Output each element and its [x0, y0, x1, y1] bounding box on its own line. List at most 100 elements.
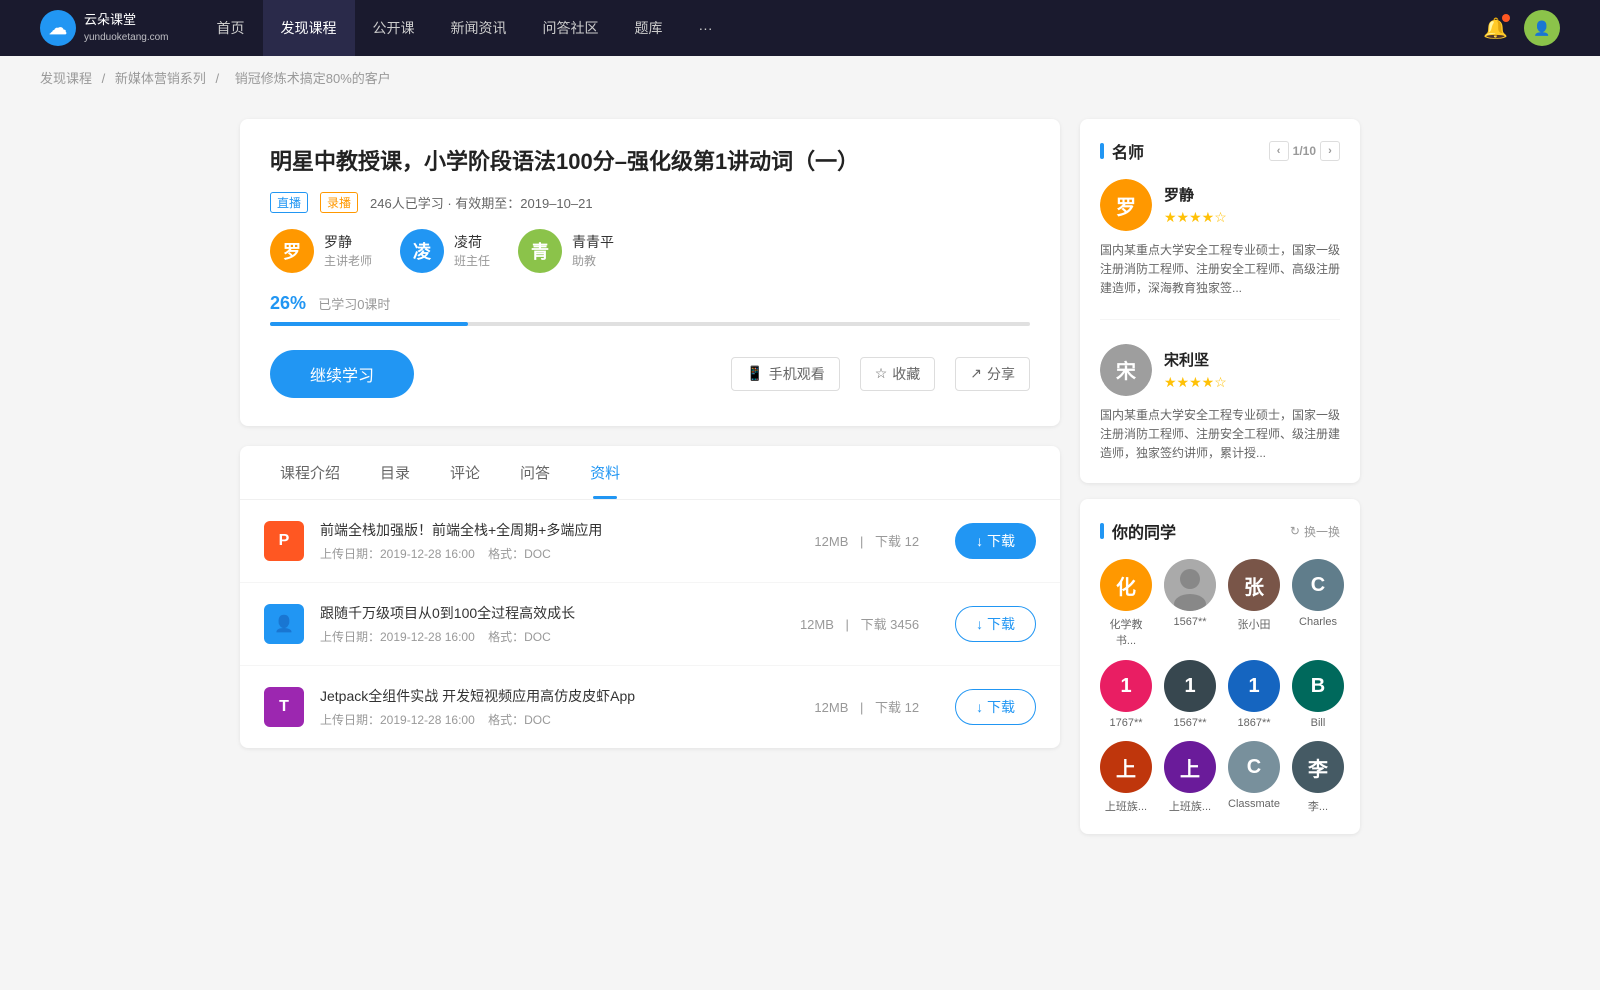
teacher-1-role: 主讲老师: [324, 252, 372, 269]
nav-quiz[interactable]: 题库: [617, 0, 681, 56]
tab-qa[interactable]: 问答: [500, 446, 570, 499]
classmate-11-name: Classmate: [1228, 798, 1280, 810]
share-label: 分享: [987, 364, 1015, 384]
teachers-sidebar-title: 名师 ‹ 1/10 ›: [1100, 139, 1340, 163]
next-teacher-btn[interactable]: ›: [1320, 141, 1340, 161]
prev-teacher-btn[interactable]: ‹: [1269, 141, 1289, 161]
download-btn-3[interactable]: ↓ 下载: [955, 689, 1036, 725]
breadcrumb: 发现课程 / 新媒体营销系列 / 销冠修炼术搞定80%的客户: [0, 56, 1600, 99]
tag-live: 直播: [270, 192, 308, 213]
notification-dot: [1502, 14, 1510, 22]
res-info-2: 跟随千万级项目从0到100全过程高效成长 上传日期：2019-12-28 16:…: [320, 603, 764, 645]
teacher-1-avatar: 罗: [270, 229, 314, 273]
classmates-grid: 化 化学教书... 1567** 张 张小田 C Charles: [1100, 559, 1340, 814]
teacher-sidebar-top-2: 宋 宋利坚 ★★★★☆: [1100, 344, 1340, 396]
teacher-1-name: 罗静: [324, 232, 372, 252]
res-icon-1: P: [264, 521, 304, 561]
breadcrumb-link-discover[interactable]: 发现课程: [40, 71, 92, 86]
classmate-4[interactable]: C Charles: [1292, 559, 1344, 648]
res-meta-3: 上传日期：2019-12-28 16:00 格式：DOC: [320, 711, 778, 728]
teachers-sidebar-card: 名师 ‹ 1/10 › 罗 罗静 ★★★★☆: [1080, 119, 1360, 483]
nav-news[interactable]: 新闻资讯: [433, 0, 525, 56]
teachers-label: 名师: [1112, 139, 1144, 163]
classmate-12[interactable]: 李 李...: [1292, 741, 1344, 814]
classmate-6[interactable]: 1 1567**: [1164, 660, 1216, 729]
classmate-3[interactable]: 张 张小田: [1228, 559, 1280, 648]
course-stats: 246人已学习 · 有效期至：2019–10–21: [370, 193, 593, 212]
classmate-5[interactable]: 1 1767**: [1100, 660, 1152, 729]
sidebar-teacher-2: 宋 宋利坚 ★★★★☆ 国内某重点大学安全工程专业硕士，国家一级注册消防工程师、…: [1100, 344, 1340, 464]
res-stats-3: 12MB | 下载 12: [814, 697, 919, 716]
nav-open[interactable]: 公开课: [355, 0, 433, 56]
classmate-2-avatar: [1164, 559, 1216, 611]
download-btn-2[interactable]: ↓ 下载: [955, 606, 1036, 642]
classmate-11-avatar: C: [1228, 741, 1280, 793]
nav-qa[interactable]: 问答社区: [525, 0, 617, 56]
classmate-7[interactable]: 1 1867**: [1228, 660, 1280, 729]
tab-resources[interactable]: 资料: [570, 446, 640, 499]
res-title-3: Jetpack全组件实战 开发短视频应用高仿皮皮虾App: [320, 686, 778, 706]
share-icon: ↗: [970, 365, 982, 382]
classmate-2-name: 1567**: [1173, 616, 1206, 628]
sidebar: 名师 ‹ 1/10 › 罗 罗静 ★★★★☆: [1080, 119, 1360, 850]
breadcrumb-link-series[interactable]: 新媒体营销系列: [115, 71, 206, 86]
teacher-1-info: 罗静 主讲老师: [324, 232, 372, 269]
breadcrumb-sep-1: /: [102, 71, 109, 86]
breadcrumb-current: 销冠修炼术搞定80%的客户: [235, 71, 391, 86]
classmate-6-avatar: 1: [1164, 660, 1216, 712]
res-stats-2: 12MB | 下载 3456: [800, 614, 919, 633]
content-area: 明星中教授课，小学阶段语法100分–强化级第1讲动词（一） 直播 录播 246人…: [240, 119, 1060, 850]
classmates-card: 你的同学 ↻ 换一换 化 化学教书... 1567**: [1080, 499, 1360, 834]
classmate-9[interactable]: 上 上班族...: [1100, 741, 1152, 814]
navbar: ☁ 云朵课堂yunduoketang.com 首页 发现课程 公开课 新闻资讯 …: [0, 0, 1600, 56]
teacher-3-info: 青青平 助教: [572, 232, 614, 269]
download-btn-1[interactable]: ↓ 下载: [955, 523, 1036, 559]
user-avatar-nav[interactable]: 👤: [1524, 10, 1560, 46]
tab-review[interactable]: 评论: [430, 446, 500, 499]
mobile-view-link[interactable]: 📱 手机观看: [731, 357, 839, 391]
course-card: 明星中教授课，小学阶段语法100分–强化级第1讲动词（一） 直播 录播 246人…: [240, 119, 1060, 426]
classmate-10[interactable]: 上 上班族...: [1164, 741, 1216, 814]
classmate-4-avatar: C: [1292, 559, 1344, 611]
share-link[interactable]: ↗ 分享: [955, 357, 1030, 391]
classmates-label: 你的同学: [1112, 519, 1176, 543]
sidebar-teacher-1-avatar: 罗: [1100, 179, 1152, 231]
nav-discover[interactable]: 发现课程: [263, 0, 355, 56]
refresh-btn[interactable]: ↻ 换一换: [1290, 523, 1340, 540]
title-bar: [1100, 143, 1104, 159]
favorite-link[interactable]: ☆ 收藏: [860, 357, 936, 391]
classmate-2[interactable]: 1567**: [1164, 559, 1216, 648]
nav-items: 首页 发现课程 公开课 新闻资讯 问答社区 题库 ···: [199, 0, 1484, 56]
action-links: 📱 手机观看 ☆ 收藏 ↗ 分享: [731, 357, 1030, 391]
progress-percent: 26%: [270, 293, 306, 313]
refresh-label: 换一换: [1304, 523, 1340, 540]
course-title: 明星中教授课，小学阶段语法100分–强化级第1讲动词（一）: [270, 147, 1030, 178]
tab-intro[interactable]: 课程介绍: [260, 446, 360, 499]
action-row: 继续学习 📱 手机观看 ☆ 收藏 ↗ 分享: [270, 350, 1030, 398]
sidebar-teacher-1: 罗 罗静 ★★★★☆ 国内某重点大学安全工程专业硕士，国家一级注册消防工程师、注…: [1100, 179, 1340, 320]
sidebar-teacher-2-desc: 国内某重点大学安全工程专业硕士，国家一级注册消防工程师、注册安全工程师、级注册建…: [1100, 406, 1340, 464]
teacher-page: 1/10: [1293, 144, 1316, 158]
title-left: 名师: [1100, 139, 1144, 163]
progress-bar: [270, 322, 1030, 326]
classmate-11[interactable]: C Classmate: [1228, 741, 1280, 814]
progress-text: 26% 已学习0课时: [270, 293, 1030, 314]
classmate-4-name: Charles: [1299, 616, 1337, 628]
bell-icon[interactable]: 🔔: [1483, 16, 1508, 41]
logo[interactable]: ☁ 云朵课堂yunduoketang.com: [40, 10, 169, 46]
classmate-8-avatar: B: [1292, 660, 1344, 712]
continue-button[interactable]: 继续学习: [270, 350, 414, 398]
teacher-3-name: 青青平: [572, 232, 614, 252]
logo-text: 云朵课堂yunduoketang.com: [84, 12, 169, 44]
teacher-3-avatar: 青: [518, 229, 562, 273]
classmate-5-name: 1767**: [1109, 717, 1142, 729]
classmate-1[interactable]: 化 化学教书...: [1100, 559, 1152, 648]
teachers-list: 罗 罗静 主讲老师 凌 凌荷 班主任 青 青青平: [270, 229, 1030, 273]
tab-catalog[interactable]: 目录: [360, 446, 430, 499]
nav-home[interactable]: 首页: [199, 0, 263, 56]
res-meta-1: 上传日期：2019-12-28 16:00 格式：DOC: [320, 545, 778, 562]
nav-right: 🔔 👤: [1483, 10, 1560, 46]
nav-more[interactable]: ···: [681, 0, 731, 56]
classmate-8[interactable]: B Bill: [1292, 660, 1344, 729]
resource-item-1: P 前端全栈加强版！前端全栈+全周期+多端应用 上传日期：2019-12-28 …: [240, 500, 1060, 583]
